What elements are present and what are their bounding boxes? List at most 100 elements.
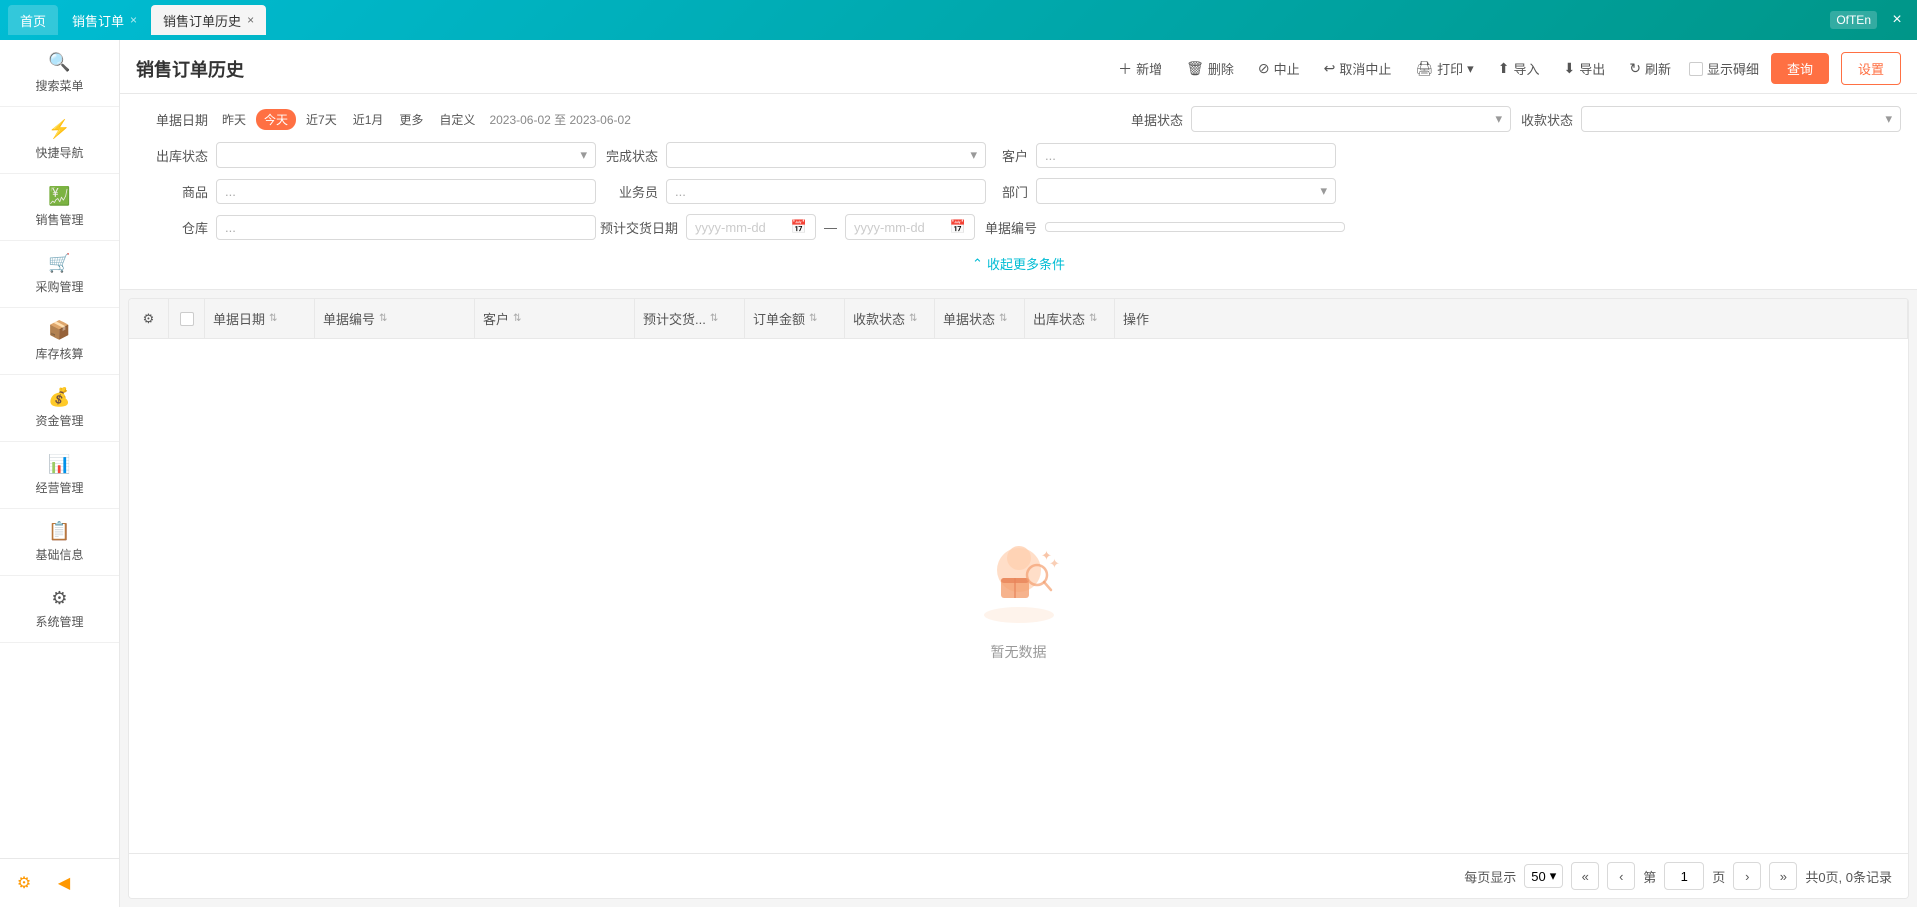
th-num[interactable]: 单据编号 ⇅ [315, 299, 475, 338]
customer-input[interactable]: ... [1036, 143, 1336, 168]
sidebar-item-inventory-label: 库存核算 [35, 345, 83, 362]
delivery-date-to-placeholder: yyyy-mm-dd [854, 220, 925, 235]
th-customer[interactable]: 客户 ⇅ [475, 299, 635, 338]
sidebar-item-quick-nav[interactable]: ⚡ 快捷导航 [0, 107, 119, 174]
window-close-btn[interactable]: × [1885, 8, 1909, 32]
date-btn-today[interactable]: 今天 [256, 109, 296, 130]
sidebar-item-purchase-mgmt[interactable]: 🛒 采购管理 [0, 241, 119, 308]
department-select[interactable]: ▾ [1036, 178, 1336, 204]
th-date[interactable]: 单据日期 ⇅ [205, 299, 315, 338]
prev-page-btn[interactable]: ‹ [1607, 862, 1635, 890]
date-btn-custom[interactable]: 自定义 [433, 109, 481, 130]
payment-status-select[interactable]: ▾ [1581, 106, 1901, 132]
sidebar-collapse-btn[interactable]: ◀ [48, 867, 80, 899]
tab-home[interactable]: 首页 [8, 5, 58, 35]
print-arrow-icon: ▾ [1467, 61, 1474, 77]
print-button[interactable]: 🖨 打印 ▾ [1409, 55, 1479, 82]
tab-sales-order-close[interactable]: × [130, 14, 137, 26]
th-delivery-sort-icon: ⇅ [710, 313, 718, 324]
salesperson-input[interactable]: ... [666, 179, 986, 204]
page-size-label: 每页显示 [1464, 867, 1516, 886]
th-date-sort-icon: ⇅ [269, 313, 277, 324]
delete-button[interactable]: 🗑 删除 [1180, 55, 1240, 82]
completion-status-select[interactable]: ▾ [666, 142, 986, 168]
collapse-label: 收起更多条件 [987, 254, 1065, 273]
page-input-label: 第 [1643, 867, 1656, 886]
sidebar-item-finance-label: 资金管理 [35, 412, 83, 429]
display-checkbox[interactable] [1689, 62, 1703, 76]
tab-sales-order[interactable]: 销售订单 × [60, 5, 149, 35]
empty-state: ✦ ✦ 暂无数据 [129, 339, 1908, 853]
sidebar-item-finance[interactable]: 💰 资金管理 [0, 375, 119, 442]
cancel-stop-button[interactable]: ↩ 取消中止 [1318, 55, 1398, 82]
tab-sales-order-history[interactable]: 销售订单历史 × [151, 5, 266, 35]
delivery-date-from-placeholder: yyyy-mm-dd [695, 220, 766, 235]
warehouse-input[interactable]: ... [216, 215, 596, 240]
sidebar: 🔍 搜索菜单 ⚡ 快捷导航 💹 销售管理 🛒 采购管理 📦 库存核算 💰 资金管… [0, 40, 120, 907]
sidebar-item-business-mgmt[interactable]: 📊 经营管理 [0, 442, 119, 509]
display-toggle[interactable]: 显示碍细 [1689, 59, 1759, 78]
refresh-button[interactable]: ↻ 刷新 [1623, 55, 1677, 82]
import-button[interactable]: ⬆ 导入 [1492, 55, 1546, 82]
date-range: 2023-06-02 至 2023-06-02 [489, 111, 630, 128]
delete-icon: 🗑 [1186, 60, 1204, 77]
date-btn-more[interactable]: 更多 [393, 109, 429, 130]
sidebar-item-search-menu-label: 搜索菜单 [35, 77, 83, 94]
collapse-button[interactable]: ⌃ 收起更多条件 [136, 250, 1901, 277]
select-all-checkbox[interactable] [180, 312, 194, 326]
order-no-input[interactable] [1045, 222, 1345, 232]
stop-label: 中止 [1274, 59, 1300, 78]
add-button[interactable]: ＋ 新增 [1112, 55, 1168, 83]
th-payment[interactable]: 收款状态 ⇅ [845, 299, 935, 338]
first-page-btn[interactable]: « [1571, 862, 1599, 890]
delivery-date-from[interactable]: yyyy-mm-dd 📅 [686, 214, 816, 240]
inventory-icon: 📦 [48, 320, 70, 341]
th-settings[interactable]: ⚙ [129, 299, 169, 338]
filter-row-1: 单据日期 昨天 今天 近7天 近1月 更多 自定义 2023-06-02 至 2… [136, 106, 1901, 132]
order-status-select[interactable]: ▾ [1191, 106, 1511, 132]
page-label: 页 [1712, 867, 1725, 886]
date-filter-value: 昨天 今天 近7天 近1月 更多 自定义 2023-06-02 至 2023-0… [216, 109, 1121, 130]
sidebar-item-basic-info[interactable]: 📋 基础信息 [0, 509, 119, 576]
date-btn-7days[interactable]: 近7天 [300, 109, 343, 130]
top-bar: 首页 销售订单 × 销售订单历史 × OfTEn × [0, 0, 1917, 40]
goods-label: 商品 [136, 182, 216, 201]
th-payment-sort-icon: ⇅ [909, 313, 917, 324]
outbound-status-select[interactable]: ▾ [216, 142, 596, 168]
page-size-value: 50 [1531, 869, 1545, 884]
sidebar-item-business-mgmt-label: 经营管理 [35, 479, 83, 496]
th-amount-label: 订单金额 [753, 309, 805, 328]
th-status[interactable]: 单据状态 ⇅ [935, 299, 1025, 338]
query-button[interactable]: 查询 [1771, 53, 1829, 84]
order-status-label: 单据状态 [1121, 110, 1191, 129]
date-btn-1month[interactable]: 近1月 [347, 109, 390, 130]
page-size-select[interactable]: 50 ▾ [1524, 864, 1563, 888]
th-checkbox[interactable] [169, 299, 205, 338]
sidebar-item-inventory[interactable]: 📦 库存核算 [0, 308, 119, 375]
export-button[interactable]: ⬇ 导出 [1557, 55, 1611, 82]
th-delivery[interactable]: 预计交货... ⇅ [635, 299, 745, 338]
goods-input[interactable]: ... [216, 179, 596, 204]
date-filter: 昨天 今天 近7天 近1月 更多 自定义 2023-06-02 至 2023-0… [216, 109, 631, 130]
tab-sales-order-history-close[interactable]: × [247, 14, 254, 26]
outbound-status-arrow: ▾ [580, 147, 587, 163]
th-amount[interactable]: 订单金额 ⇅ [745, 299, 845, 338]
cal-from-icon: 📅 [791, 219, 807, 235]
salesperson-dots: ... [675, 184, 686, 199]
sidebar-settings-btn[interactable]: ⚙ [8, 867, 40, 899]
last-page-btn[interactable]: » [1769, 862, 1797, 890]
total-info: 共0页, 0条记录 [1805, 867, 1892, 886]
sidebar-item-sales-mgmt[interactable]: 💹 销售管理 [0, 174, 119, 241]
th-delivery-label: 预计交货... [643, 309, 706, 328]
sidebar-item-search-menu[interactable]: 🔍 搜索菜单 [0, 40, 119, 107]
tab-sales-order-label: 销售订单 [72, 11, 124, 30]
settings-button[interactable]: 设置 [1841, 52, 1901, 85]
date-btn-yesterday[interactable]: 昨天 [216, 109, 252, 130]
stop-button[interactable]: ⊘ 中止 [1252, 55, 1306, 82]
page-number-input[interactable] [1664, 862, 1704, 890]
th-outbound[interactable]: 出库状态 ⇅ [1025, 299, 1115, 338]
sidebar-item-system-mgmt[interactable]: ⚙ 系统管理 [0, 576, 119, 643]
export-label: 导出 [1579, 59, 1605, 78]
next-page-btn[interactable]: › [1733, 862, 1761, 890]
delivery-date-to[interactable]: yyyy-mm-dd 📅 [845, 214, 975, 240]
